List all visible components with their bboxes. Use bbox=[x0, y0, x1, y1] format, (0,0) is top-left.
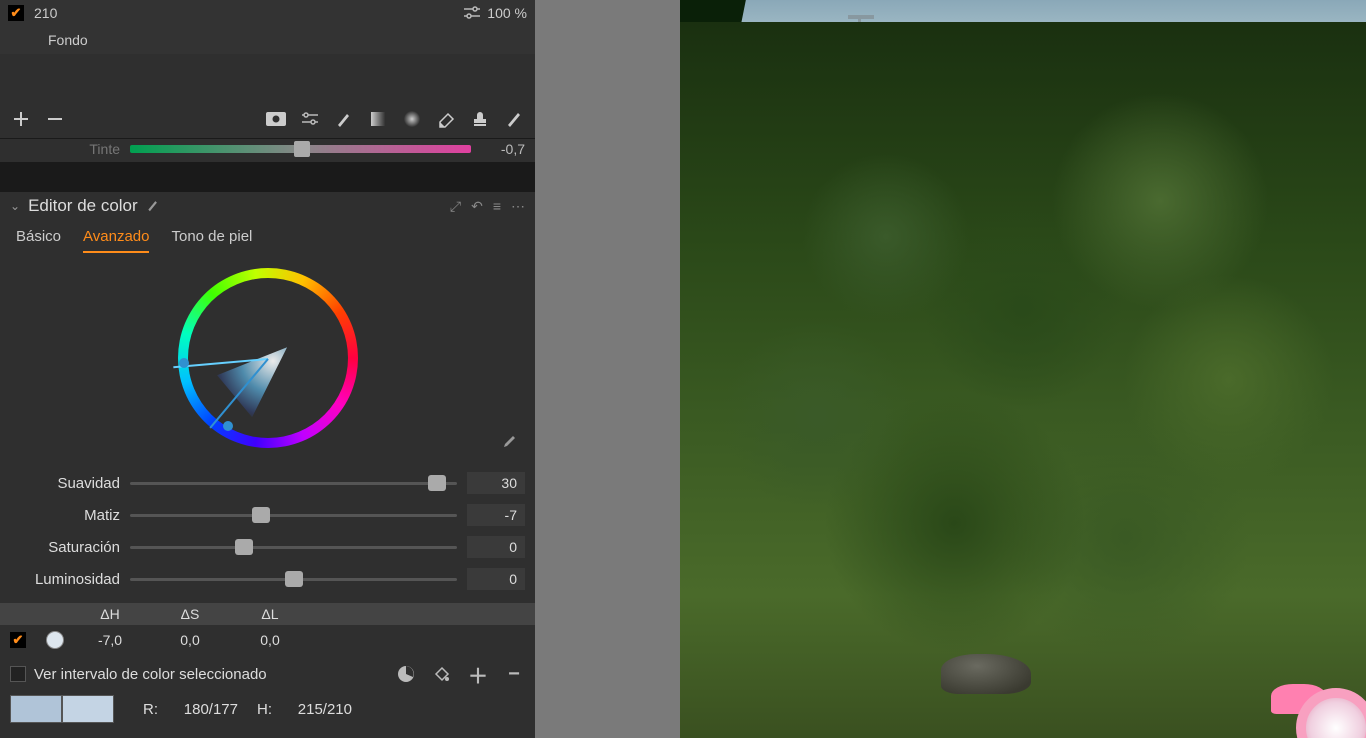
section-header-actions: ⤢ ↶ ≡ ⋯ bbox=[450, 198, 525, 215]
saturation-handle[interactable] bbox=[235, 539, 253, 555]
layer-name: 210 bbox=[34, 5, 57, 21]
delta-row[interactable]: ✔ -7,0 0,0 0,0 bbox=[0, 625, 535, 655]
radial-icon[interactable] bbox=[401, 108, 423, 130]
color-wheel-zone bbox=[0, 253, 535, 463]
color-info-row: R: 180/177 H: 215/210 bbox=[0, 693, 535, 723]
hue-value[interactable]: -7 bbox=[467, 504, 525, 526]
delta-swatch[interactable] bbox=[40, 631, 70, 649]
tab-advanced[interactable]: Avanzado bbox=[83, 224, 149, 253]
hue-row: Matiz -7 bbox=[10, 499, 525, 531]
photo-preview bbox=[680, 0, 1366, 738]
color-wheel[interactable] bbox=[178, 268, 358, 448]
color-editor-header[interactable]: ⌄ Editor de color ⤢ ↶ ≡ ⋯ bbox=[0, 192, 535, 220]
canvas-margin bbox=[535, 0, 680, 738]
panel-divider bbox=[0, 162, 535, 192]
sliders-icon[interactable] bbox=[463, 6, 481, 20]
h-value: 215/210 bbox=[286, 701, 352, 718]
layer-toolbar bbox=[0, 100, 535, 138]
saturation-value[interactable]: 0 bbox=[467, 536, 525, 558]
layer-opacity-value[interactable]: 100 % bbox=[487, 5, 527, 21]
r-label: R: bbox=[138, 701, 158, 718]
undo-icon[interactable]: ↶ bbox=[471, 198, 483, 215]
more-icon[interactable]: ⋯ bbox=[511, 198, 525, 215]
wheel-edge-line-2[interactable] bbox=[209, 358, 268, 428]
r-value: 180/177 bbox=[172, 701, 238, 718]
tab-skin-tone[interactable]: Tono de piel bbox=[171, 224, 252, 253]
smoothness-value[interactable]: 30 bbox=[467, 472, 525, 494]
color-sliders: Suavidad 30 Matiz -7 Saturación 0 Lumino… bbox=[0, 463, 535, 603]
luminosity-handle[interactable] bbox=[285, 571, 303, 587]
eraser-icon[interactable] bbox=[435, 108, 457, 130]
layer-label: Fondo bbox=[48, 32, 88, 48]
chevron-down-icon[interactable]: ⌄ bbox=[10, 199, 20, 213]
view-range-row: Ver intervalo de color seleccionado ＋ − bbox=[0, 655, 535, 693]
view-range-checkbox[interactable] bbox=[10, 666, 26, 682]
smoothness-slider[interactable] bbox=[130, 482, 457, 485]
color-swatch-pair[interactable] bbox=[10, 695, 114, 723]
fill-icon[interactable] bbox=[431, 663, 453, 685]
heal-icon[interactable] bbox=[503, 108, 525, 130]
section-title: Editor de color bbox=[28, 196, 138, 216]
luminosity-value[interactable]: 0 bbox=[467, 568, 525, 590]
image-canvas[interactable] bbox=[680, 0, 1366, 738]
h-label: H: bbox=[252, 701, 272, 718]
smoothness-handle[interactable] bbox=[428, 475, 446, 491]
expand-icon[interactable]: ⤢ bbox=[450, 198, 461, 215]
brush-small-icon[interactable] bbox=[146, 198, 160, 215]
remove-layer-button[interactable] bbox=[44, 108, 66, 130]
tab-basic[interactable]: Básico bbox=[16, 224, 61, 253]
side-panel: ✔ 210 100 % Fondo bbox=[0, 0, 535, 738]
delta-h-value: -7,0 bbox=[70, 632, 150, 648]
pie-icon[interactable] bbox=[395, 663, 417, 685]
luminosity-label: Luminosidad bbox=[10, 571, 120, 588]
tint-slider[interactable] bbox=[130, 145, 471, 153]
delta-header: ΔH ΔS ΔL bbox=[0, 603, 535, 625]
tint-handle[interactable] bbox=[294, 141, 310, 157]
before-swatch bbox=[10, 695, 62, 723]
hue-handle[interactable] bbox=[252, 507, 270, 523]
view-range-label: Ver intervalo de color seleccionado bbox=[34, 666, 387, 683]
delta-l-value: 0,0 bbox=[230, 632, 310, 648]
smoothness-label: Suavidad bbox=[10, 475, 120, 492]
delta-row-checkbox[interactable]: ✔ bbox=[10, 632, 26, 648]
color-editor-tabs: Básico Avanzado Tono de piel bbox=[0, 220, 535, 253]
tint-label: Tinte bbox=[10, 141, 120, 157]
gradient-icon[interactable] bbox=[367, 108, 389, 130]
saturation-label: Saturación bbox=[10, 539, 120, 556]
delta-s-value: 0,0 bbox=[150, 632, 230, 648]
add-point-button[interactable]: ＋ bbox=[467, 663, 489, 685]
tint-value[interactable]: -0,7 bbox=[481, 141, 525, 157]
wheel-handle-2[interactable] bbox=[223, 421, 233, 431]
delta-h-label: ΔH bbox=[70, 606, 150, 622]
hue-slider[interactable] bbox=[130, 514, 457, 517]
eyedropper-icon[interactable] bbox=[499, 434, 517, 455]
layer-label-row[interactable]: Fondo bbox=[0, 26, 535, 54]
menu-icon[interactable]: ≡ bbox=[493, 198, 501, 214]
adjust-icon[interactable] bbox=[299, 108, 321, 130]
saturation-slider[interactable] bbox=[130, 546, 457, 549]
stamp-icon[interactable] bbox=[469, 108, 491, 130]
add-layer-button[interactable] bbox=[10, 108, 32, 130]
remove-point-button[interactable]: − bbox=[503, 663, 525, 685]
delta-s-label: ΔS bbox=[150, 606, 230, 622]
mask-preview-icon[interactable] bbox=[265, 108, 287, 130]
delta-l-label: ΔL bbox=[230, 606, 310, 622]
after-swatch bbox=[62, 695, 114, 723]
brush-icon[interactable] bbox=[333, 108, 355, 130]
hue-label: Matiz bbox=[10, 507, 120, 524]
luminosity-slider[interactable] bbox=[130, 578, 457, 581]
tint-slider-row: Tinte -0,7 bbox=[0, 138, 535, 162]
saturation-row: Saturación 0 bbox=[10, 531, 525, 563]
layer-visible-checkbox[interactable]: ✔ bbox=[8, 5, 24, 21]
luminosity-row: Luminosidad 0 bbox=[10, 563, 525, 595]
layer-row[interactable]: ✔ 210 100 % bbox=[0, 0, 535, 26]
smoothness-row: Suavidad 30 bbox=[10, 467, 525, 499]
layer-opacity-group: 100 % bbox=[463, 5, 527, 21]
